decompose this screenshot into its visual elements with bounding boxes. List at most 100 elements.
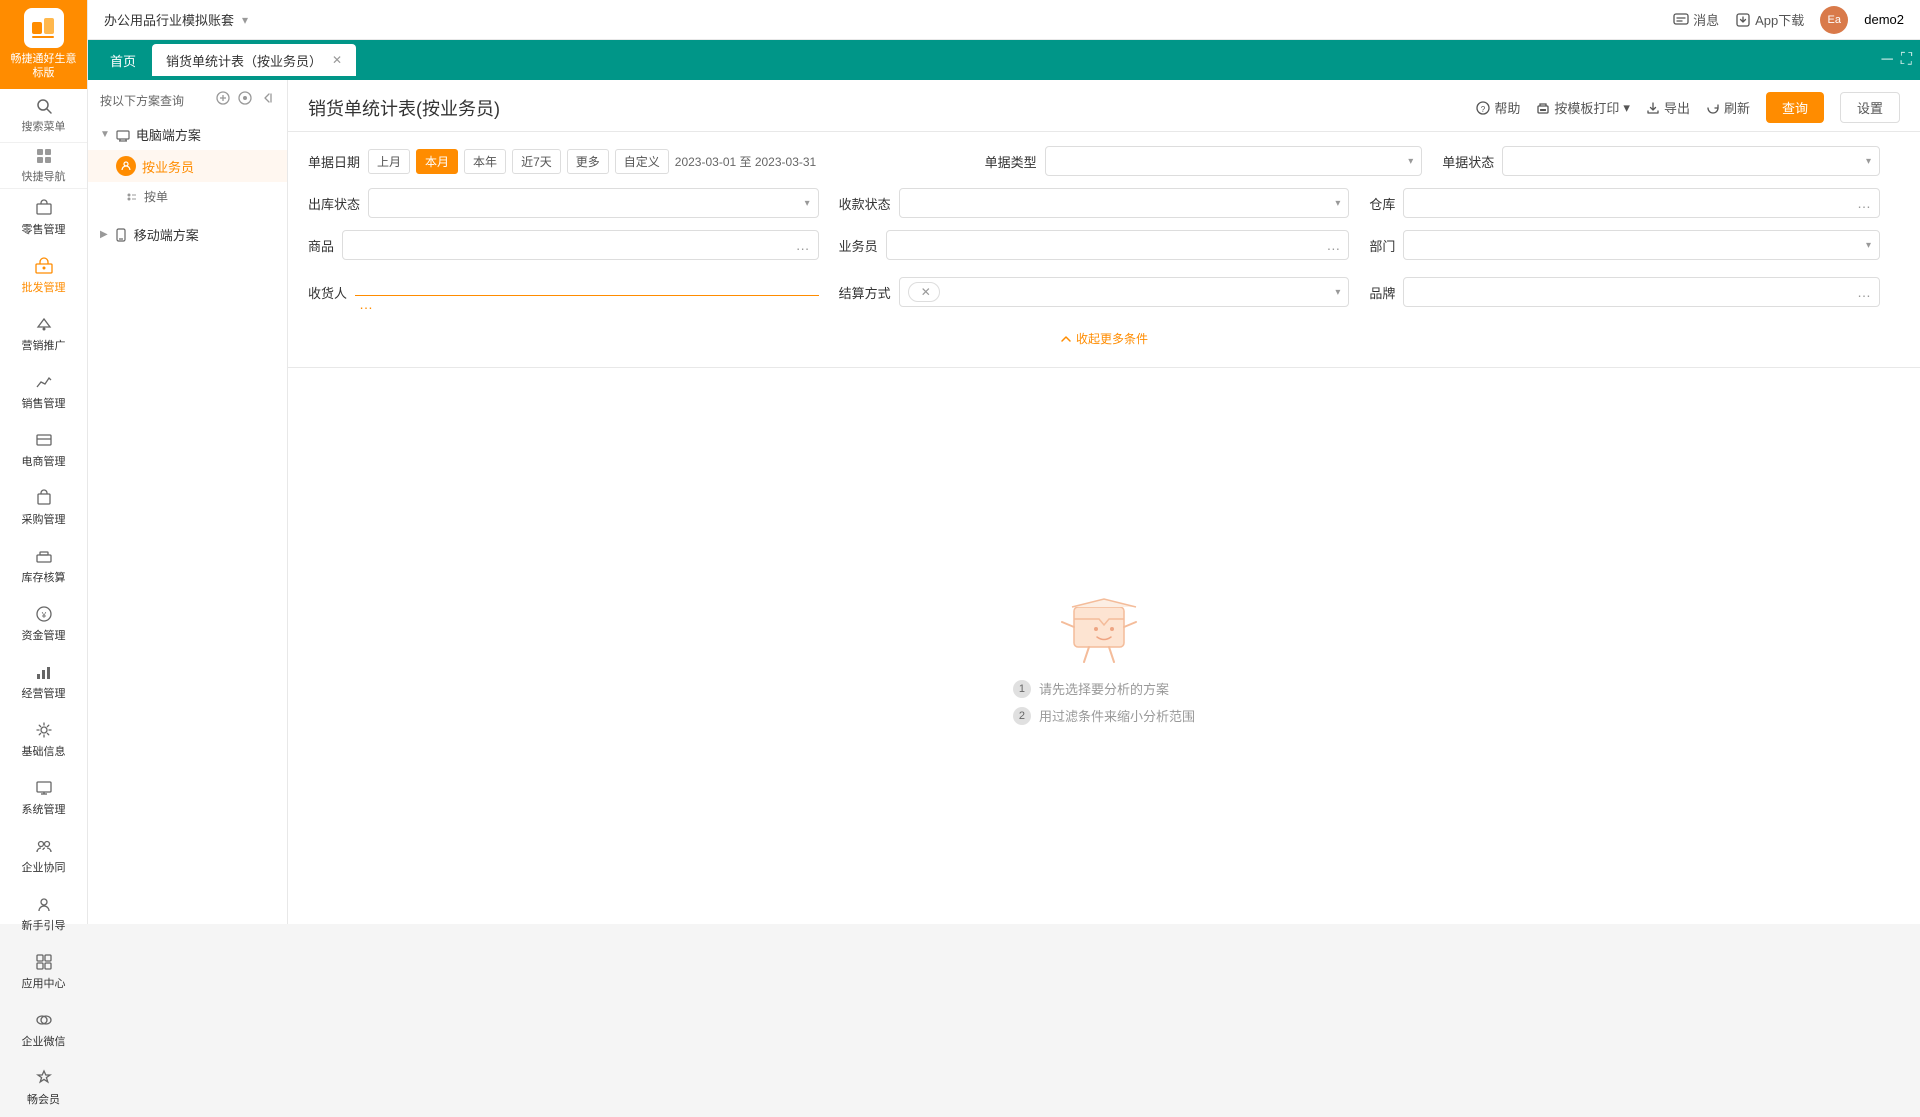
doc-status-select[interactable]: ▾ — [1502, 146, 1880, 176]
warehouse-select[interactable]: … — [1403, 188, 1880, 218]
sidebar-item-inventory[interactable]: 库存核算 — [0, 537, 87, 595]
app-download-btn[interactable]: App下载 — [1735, 10, 1804, 29]
sidebar-item-member[interactable]: 畅会员 — [0, 1059, 87, 1117]
sidebar-search[interactable]: 搜索菜单 — [0, 89, 87, 143]
sidebar-item-enterprise-label: 企业协同 — [22, 859, 66, 875]
settings-btn[interactable]: 设置 — [1840, 92, 1900, 123]
date-btn-last-7-days[interactable]: 近7天 — [512, 149, 561, 174]
sidebar-logo[interactable]: 畅捷通好生意 标版 — [0, 0, 87, 89]
user-avatar[interactable]: Ea — [1820, 6, 1848, 34]
logo-text: 畅捷通好生意 标版 — [6, 52, 81, 81]
goods-select[interactable]: … — [342, 230, 819, 260]
brand-label: 品牌 — [1369, 283, 1395, 302]
sidebar-item-newbie-label: 新手引导 — [22, 917, 66, 933]
sidebar-item-ecommerce-label: 电商管理 — [22, 453, 66, 469]
payment-method-select[interactable]: ✕ ▾ — [899, 277, 1350, 307]
salesperson-select[interactable]: … — [886, 230, 1350, 260]
date-btn-this-month[interactable]: 本月 — [416, 149, 458, 174]
message-label: 消息 — [1693, 10, 1719, 29]
sidebar-item-operation-label: 经营管理 — [22, 685, 66, 701]
sidebar-item-finance-label: 资金管理 — [22, 627, 66, 643]
tab-report-close[interactable]: ✕ — [332, 53, 342, 67]
sidebar-item-purchase[interactable]: 采购管理 — [0, 479, 87, 537]
sidebar-item-retail[interactable]: 零售管理 — [0, 189, 87, 247]
date-btn-this-year[interactable]: 本年 — [464, 149, 506, 174]
brand-dots[interactable]: … — [1857, 284, 1871, 300]
svg-text:?: ? — [1481, 105, 1486, 114]
avatar-initials: Ea — [1828, 14, 1841, 26]
warehouse-dots[interactable]: … — [1857, 195, 1871, 211]
sidebar-item-purchase-label: 采购管理 — [22, 511, 66, 527]
dept-label: 部门 — [1369, 236, 1395, 255]
sidebar-item-enterprise[interactable]: 企业协同 — [0, 827, 87, 885]
dept-arrow: ▾ — [1866, 240, 1871, 251]
collapse-more-btn[interactable]: 收起更多条件 — [308, 324, 1900, 353]
help-btn[interactable]: ? 帮助 — [1476, 98, 1520, 117]
svg-text:¥: ¥ — [40, 611, 46, 620]
schema-item-by-salesperson[interactable]: 按业务员 — [88, 150, 287, 182]
dept-select[interactable]: ▾ — [1403, 230, 1880, 260]
out-status-control: ▾ — [368, 188, 819, 218]
sidebar-item-system-label: 系统管理 — [22, 801, 66, 817]
sidebar-item-newbie[interactable]: 新手引导 — [0, 885, 87, 943]
left-panel-header: 按以下方案查询 — [88, 80, 287, 119]
salesperson-dots[interactable]: … — [1326, 237, 1340, 253]
tab-home[interactable]: 首页 — [96, 44, 150, 76]
goods-dots[interactable]: … — [796, 237, 810, 253]
payment-method-tag-close[interactable]: ✕ — [921, 285, 931, 299]
sidebar-item-ecommerce[interactable]: 电商管理 — [0, 421, 87, 479]
brand-select[interactable]: … — [1403, 277, 1880, 307]
page-header: 销货单统计表(按业务员) ? 帮助 按模板打印 ▾ 导出 — [288, 80, 1920, 132]
sidebar-item-marketing[interactable]: 营销推广 — [0, 305, 87, 363]
schema-collapse-btn[interactable] — [259, 90, 275, 111]
date-btn-more[interactable]: 更多 — [567, 149, 609, 174]
tab-minimize-btn[interactable]: ─ — [1881, 51, 1892, 69]
print-btn[interactable]: 按模板打印 ▾ — [1536, 98, 1630, 117]
sidebar-item-wechat[interactable]: 企业微信 — [0, 1001, 87, 1059]
app-download-label: App下载 — [1755, 10, 1804, 29]
sidebar-item-wholesale[interactable]: 批发管理 — [0, 247, 87, 305]
schema-group-desktop-header[interactable]: ▼ 电脑端方案 — [88, 119, 287, 150]
schema-group-mobile-header[interactable]: ▶ 移动端方案 — [88, 219, 287, 250]
user-name[interactable]: demo2 — [1864, 12, 1904, 27]
schema-group-mobile-label: 移动端方案 — [134, 225, 199, 244]
out-status-label: 出库状态 — [308, 194, 360, 213]
message-btn[interactable]: 消息 — [1673, 10, 1719, 29]
sidebar-item-operation[interactable]: 经营管理 — [0, 653, 87, 711]
schema-add-btn[interactable] — [215, 90, 231, 111]
schema-edit-btn[interactable] — [237, 90, 253, 111]
export-btn[interactable]: 导出 — [1646, 98, 1690, 117]
print-dropdown-arrow[interactable]: ▾ — [1623, 100, 1630, 116]
sidebar-item-finance[interactable]: ¥ 资金管理 — [0, 595, 87, 653]
filter-goods: 商品 … — [308, 230, 839, 260]
sidebar-item-appstore[interactable]: 应用中心 — [0, 943, 87, 1001]
tip-text-2: 用过滤条件来缩小分析范围 — [1039, 706, 1195, 725]
schema-item-by-order[interactable]: 按单 — [88, 182, 287, 211]
sidebar-quick-nav[interactable]: 快捷导航 — [0, 143, 87, 189]
payment-method-arrow: ▾ — [1335, 287, 1340, 298]
tab-maximize-btn[interactable]: ⛶ — [1901, 51, 1912, 69]
sidebar-item-sales[interactable]: 销售管理 — [0, 363, 87, 421]
topbar-dropdown-arrow[interactable]: ▾ — [242, 13, 248, 27]
warehouse-label: 仓库 — [1369, 194, 1395, 213]
tip-num-1: 1 — [1013, 680, 1031, 698]
date-btn-last-month[interactable]: 上月 — [368, 149, 410, 174]
receiver-input[interactable] — [355, 272, 819, 296]
refresh-btn[interactable]: 刷新 — [1706, 98, 1750, 117]
out-status-select[interactable]: ▾ — [368, 188, 819, 218]
date-btn-custom[interactable]: 自定义 — [615, 149, 669, 174]
quick-nav-label: 快捷导航 — [22, 168, 66, 184]
brand-control: … — [1403, 277, 1880, 307]
receiver-dots[interactable]: … — [359, 296, 373, 312]
sidebar-item-basic[interactable]: 基础信息 — [0, 711, 87, 769]
topbar-title: 办公用品行业模拟账套 — [104, 10, 234, 29]
left-panel-actions — [215, 90, 275, 111]
filter-row-1: 单据日期 上月 本月 本年 近7天 更多 自定义 2023-03-01 至 20… — [308, 146, 1900, 176]
payment-status-select[interactable]: ▾ — [899, 188, 1350, 218]
query-btn[interactable]: 查询 — [1766, 92, 1824, 123]
sidebar-item-system[interactable]: 系统管理 — [0, 769, 87, 827]
sidebar-item-wechat-label: 企业微信 — [22, 1033, 66, 1049]
receiver-label: 收货人 — [308, 283, 347, 302]
doc-type-select[interactable]: ▾ — [1045, 146, 1423, 176]
tab-report[interactable]: 销货单统计表（按业务员） ✕ — [152, 44, 356, 76]
